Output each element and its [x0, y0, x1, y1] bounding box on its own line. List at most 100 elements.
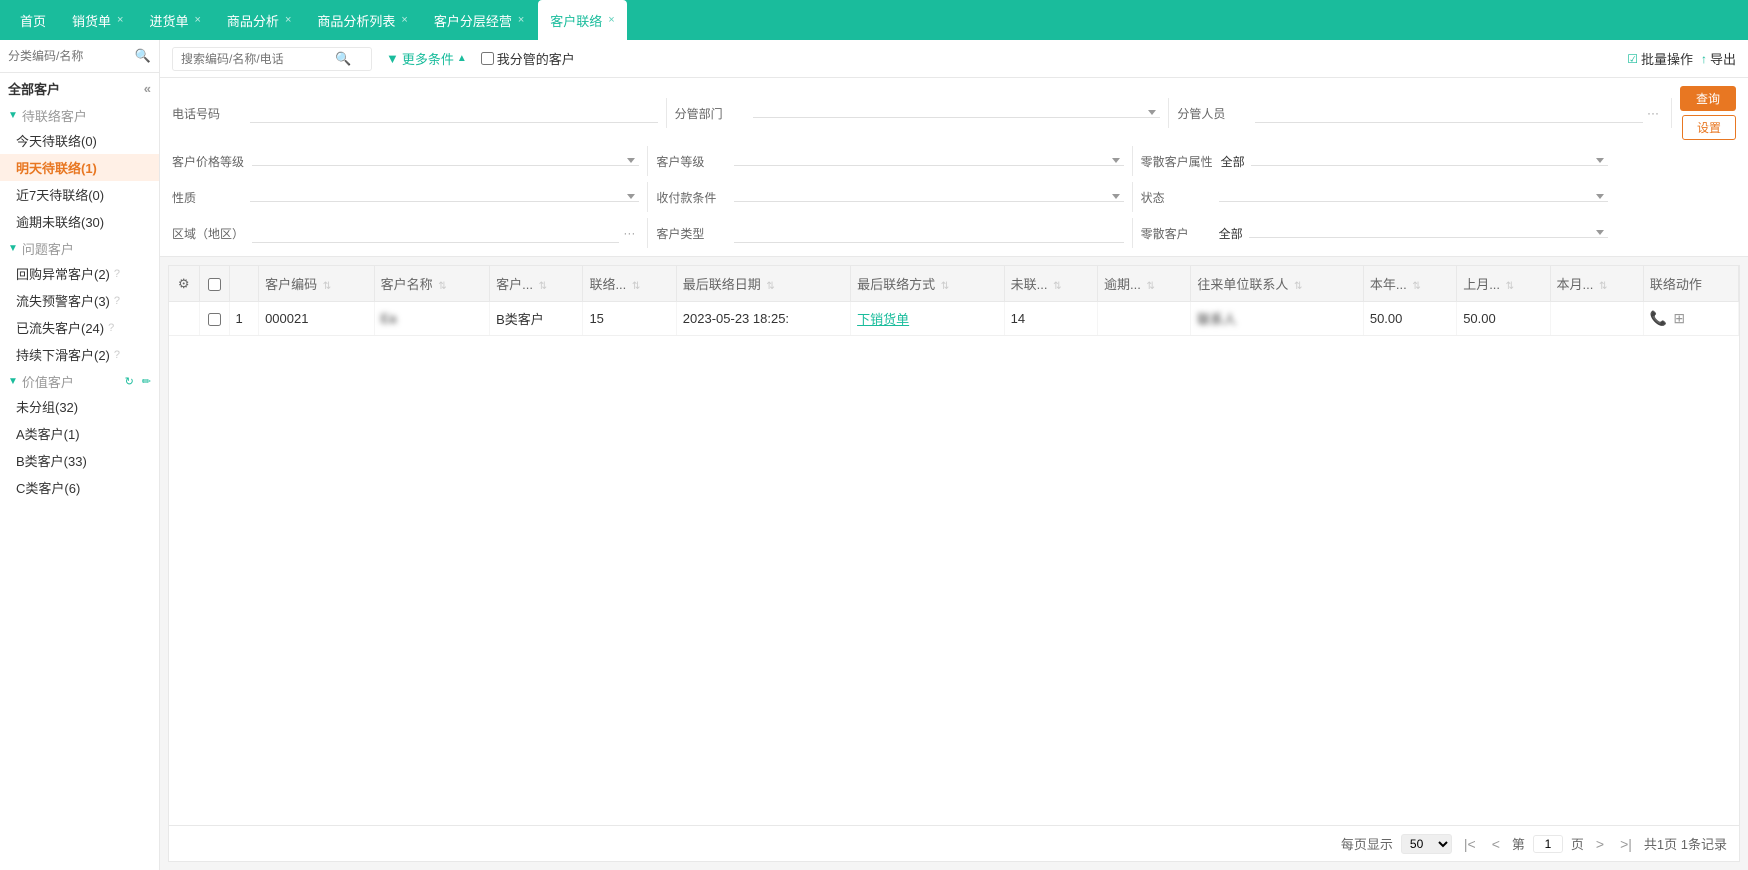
col-this-month[interactable]: 本月... ⇅	[1550, 266, 1643, 302]
col-prev-contact[interactable]: 往来单位联系人 ⇅	[1191, 266, 1364, 302]
sidebar-item-week-pending[interactable]: 近7天待联络(0)	[0, 181, 159, 208]
filter-retail-chevron	[1596, 230, 1604, 235]
filter-customer-type-input[interactable]	[734, 224, 1123, 243]
next-page-button[interactable]: >	[1592, 836, 1608, 852]
sidebar-item-repurchase-abnormal[interactable]: 回购异常客户(2) ?	[0, 260, 159, 287]
col-unlinkd[interactable]: 未联... ⇅	[1004, 266, 1097, 302]
filter-row-1: 电话号码 分管部门 分管人员 ···	[172, 86, 1736, 140]
nav-product-analysis-label: 商品分析	[227, 11, 279, 30]
nav-sales[interactable]: 销货单 ×	[60, 0, 135, 40]
row-actions: 📞 ⊞	[1643, 302, 1738, 336]
nav-purchase[interactable]: 进货单 ×	[137, 0, 212, 40]
sidebar-item-declining[interactable]: 持续下滑客户(2) ?	[0, 341, 159, 368]
content-area: 🔍 ▼ 更多条件 ▲ 我分管的客户 ☑ 批量操作 ↑ 导出	[160, 40, 1748, 870]
action-grid-icon[interactable]: ⊞	[1673, 310, 1685, 327]
sidebar-item-overdue[interactable]: 逾期未联络(30)	[0, 208, 159, 235]
filter-row-3: 性质 收付款条件 状态	[172, 182, 1736, 212]
nav-product-analysis-list-close[interactable]: ×	[401, 14, 407, 26]
filter-customer-level: 客户等级	[656, 153, 1123, 170]
col-last-method[interactable]: 最后联络方式 ⇅	[851, 266, 1005, 302]
filter-dept-select[interactable]	[753, 108, 1161, 118]
sidebar-item-churned[interactable]: 已流失客户(24) ?	[0, 314, 159, 341]
filter-customer-level-chevron	[1112, 158, 1120, 163]
collapse-icon[interactable]: «	[144, 81, 151, 96]
export-button[interactable]: ↑ 导出	[1701, 49, 1736, 68]
filter-status-select[interactable]	[1219, 192, 1608, 202]
nav-sales-close[interactable]: ×	[117, 14, 123, 26]
refresh-icon[interactable]: ↻	[125, 375, 134, 388]
settings-button[interactable]: 设置	[1682, 115, 1736, 140]
query-button[interactable]: 查询	[1680, 86, 1736, 111]
col-last-month[interactable]: 上月... ⇅	[1457, 266, 1550, 302]
filter-icon: ▼	[386, 51, 399, 66]
sidebar-item-tomorrow-pending[interactable]: 明天待联络(1)	[0, 154, 159, 181]
col-type[interactable]: 客户... ⇅	[490, 266, 583, 302]
sidebar: 🔍 全部客户 « ▼ 待联络客户 今天待联络(0) 明天待联络(1) 近7天待联…	[0, 40, 160, 870]
sidebar-item-class-c[interactable]: C类客户(6)	[0, 474, 159, 501]
col-checkbox	[199, 266, 229, 302]
filter-nature-select[interactable]	[250, 192, 639, 202]
filter-person-label: 分管人员	[1177, 105, 1247, 122]
filter-customer-level-select[interactable]	[734, 156, 1123, 166]
filter-payment-select[interactable]	[734, 192, 1123, 202]
filter-retail-attr-chevron	[1596, 158, 1604, 163]
nav-product-analysis-list-label: 商品分析列表	[317, 11, 395, 30]
col-overdue[interactable]: 逾期... ⇅	[1097, 266, 1190, 302]
nav-customer-contact[interactable]: 客户联络 ×	[538, 0, 626, 40]
sidebar-search-input[interactable]	[8, 49, 131, 63]
sidebar-item-churn-warning[interactable]: 流失预警客户(3) ?	[0, 287, 159, 314]
col-name[interactable]: 客户名称 ⇅	[374, 266, 490, 302]
toolbar-search-icon[interactable]: 🔍	[335, 51, 351, 67]
last-method-link[interactable]: 下销货单	[857, 312, 909, 327]
filter-retail-attr-select[interactable]	[1251, 156, 1608, 166]
all-customers-label: 全部客户	[8, 79, 60, 98]
filter-price-level-select[interactable]	[252, 156, 639, 166]
col-this-year[interactable]: 本年... ⇅	[1363, 266, 1456, 302]
nav-product-analysis-list[interactable]: 商品分析列表 ×	[305, 0, 419, 40]
edit-icon[interactable]: ✏	[142, 375, 151, 388]
toolbar-search-input[interactable]	[181, 52, 331, 66]
filter-person-more[interactable]: ···	[1643, 106, 1663, 120]
sidebar-item-class-a[interactable]: A类客户(1)	[0, 420, 159, 447]
action-phone-icon[interactable]: 📞	[1650, 310, 1667, 327]
first-page-button[interactable]: |<	[1460, 836, 1480, 852]
nav-product-analysis-close[interactable]: ×	[285, 14, 291, 26]
row-settings	[169, 302, 199, 336]
table-scroll[interactable]: ⚙ 客户编码 ⇅ 客户名称 ⇅	[169, 266, 1739, 825]
row-this-month	[1550, 302, 1643, 336]
batch-button[interactable]: ☑ 批量操作	[1627, 49, 1693, 68]
nav-product-analysis[interactable]: 商品分析 ×	[215, 0, 303, 40]
sidebar-item-today-pending[interactable]: 今天待联络(0)	[0, 127, 159, 154]
filter-phone-input[interactable]	[250, 104, 658, 123]
nav-customer-tier[interactable]: 客户分层经营 ×	[422, 0, 536, 40]
last-page-button[interactable]: >|	[1616, 836, 1636, 852]
sidebar-item-ungrouped[interactable]: 未分组(32)	[0, 393, 159, 420]
prev-page-button[interactable]: <	[1488, 836, 1504, 852]
row-contact-count: 15	[583, 302, 676, 336]
per-page-select[interactable]: 50 100 200	[1401, 834, 1452, 854]
nav-home[interactable]: 首页	[8, 0, 58, 40]
row-select-checkbox[interactable]	[208, 313, 221, 326]
sidebar-search-icon[interactable]: 🔍	[135, 48, 151, 64]
select-all-checkbox[interactable]	[208, 278, 221, 291]
nav-customer-contact-close[interactable]: ×	[608, 14, 614, 26]
page-unit: 页	[1571, 834, 1584, 853]
col-last-date[interactable]: 最后联络日期 ⇅	[676, 266, 850, 302]
page-input[interactable]	[1533, 835, 1563, 853]
filter-person-input[interactable]	[1255, 104, 1643, 123]
page-label: 第	[1512, 834, 1525, 853]
filter-price-level: 客户价格等级	[172, 153, 639, 170]
my-customers-checkbox[interactable]	[481, 52, 494, 65]
filter-region-more[interactable]: ···	[619, 226, 639, 240]
col-code[interactable]: 客户编码 ⇅	[259, 266, 375, 302]
top-nav: 首页 销货单 × 进货单 × 商品分析 × 商品分析列表 × 客户分层经营 × …	[0, 0, 1748, 40]
filter-region-input[interactable]	[252, 224, 619, 243]
filter-retail-select[interactable]	[1249, 228, 1608, 238]
col-settings[interactable]: ⚙	[169, 266, 199, 302]
sidebar-item-class-b[interactable]: B类客户(33)	[0, 447, 159, 474]
nav-customer-tier-close[interactable]: ×	[518, 14, 524, 26]
my-customers-checkbox-container[interactable]: 我分管的客户	[481, 49, 575, 68]
col-contact[interactable]: 联络... ⇅	[583, 266, 676, 302]
nav-purchase-close[interactable]: ×	[194, 14, 200, 26]
more-filter-button[interactable]: ▼ 更多条件 ▲	[380, 46, 473, 71]
